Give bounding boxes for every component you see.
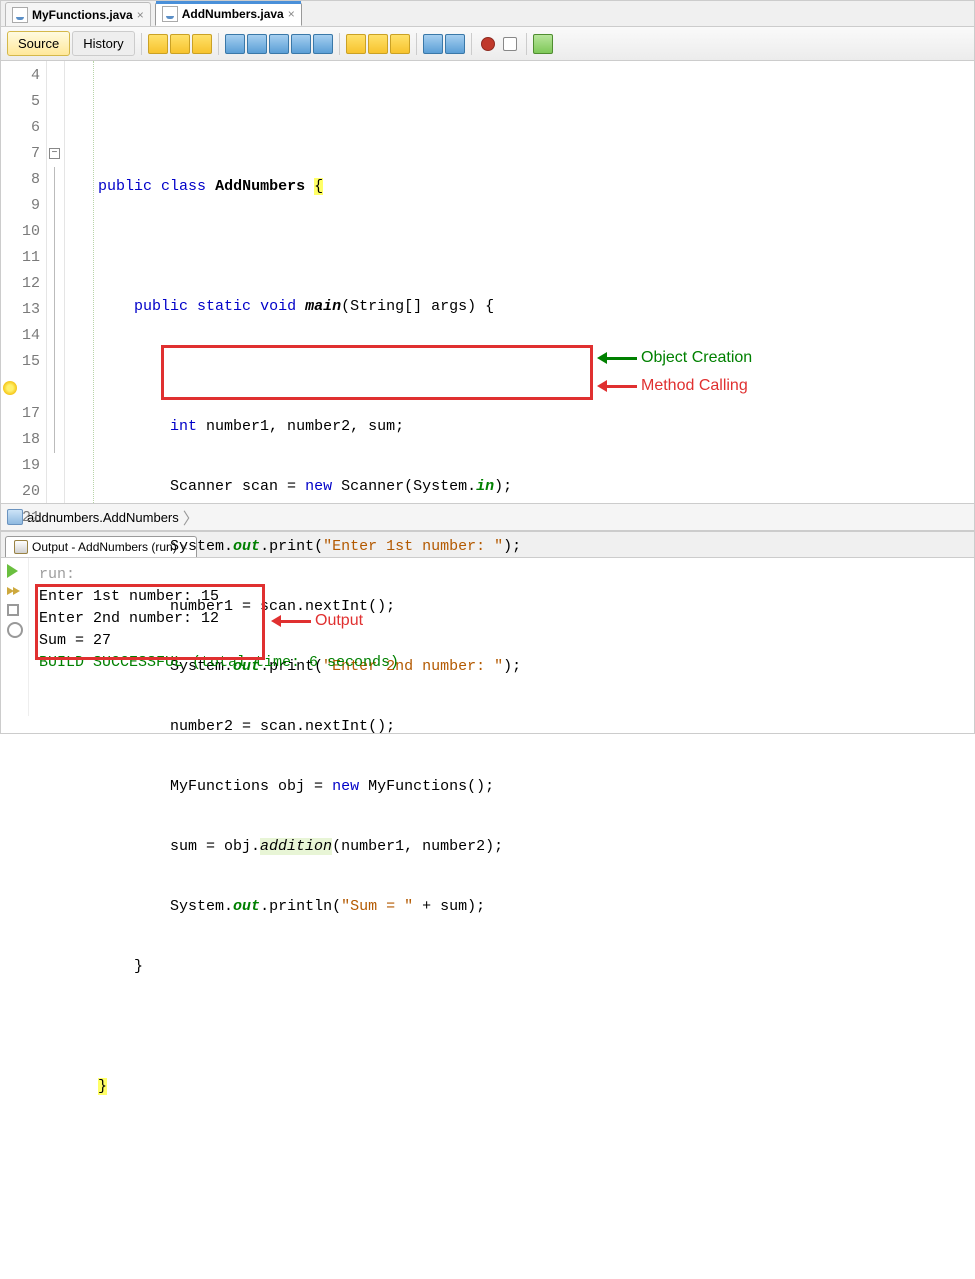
line-number: 6 [1, 115, 46, 141]
rerun-debug-icon[interactable] [7, 584, 23, 598]
output-actions [1, 558, 29, 716]
line-number: 7 [1, 141, 46, 167]
search-icon[interactable] [225, 34, 245, 54]
settings-icon[interactable] [7, 622, 23, 638]
nav-fwd-icon[interactable] [170, 34, 190, 54]
shift-left-icon[interactable] [346, 34, 366, 54]
line-number: 19 [1, 453, 46, 479]
line-number: 8 [1, 167, 46, 193]
code-editor[interactable]: 4 5 6 7 8 9 10 11 12 13 14 15 17 18 19 2… [1, 61, 974, 503]
line-gutter: 4 5 6 7 8 9 10 11 12 13 14 15 17 18 19 2… [1, 61, 47, 503]
fold-toggle-icon[interactable]: − [49, 148, 60, 159]
lightbulb-icon[interactable] [3, 381, 17, 395]
annotation-output: Output [281, 612, 363, 630]
output-body: run: Enter 1st number: 15 Enter 2nd numb… [1, 558, 974, 716]
line-number: 13 [1, 297, 46, 323]
java-file-icon [12, 7, 28, 23]
history-button[interactable]: History [72, 31, 134, 56]
line-number: 15 [1, 349, 46, 375]
shift-right-icon[interactable] [368, 34, 388, 54]
comment-icon[interactable] [423, 34, 443, 54]
separator [218, 33, 219, 55]
java-file-icon [162, 6, 178, 22]
line-number: 17 [1, 401, 46, 427]
separator [416, 33, 417, 55]
record-macro-icon[interactable] [481, 37, 495, 51]
output-icon [14, 540, 28, 554]
line-number: 18 [1, 427, 46, 453]
output-panel: Output - AddNumbers (run) × run: Enter 1… [1, 531, 974, 716]
close-icon[interactable]: × [288, 7, 295, 21]
fold-gutter: − [47, 61, 65, 503]
separator [141, 33, 142, 55]
tab-label: AddNumbers.java [182, 7, 284, 21]
line-number: 12 [1, 271, 46, 297]
uncomment-icon[interactable] [445, 34, 465, 54]
output-text[interactable]: run: Enter 1st number: 15 Enter 2nd numb… [29, 558, 409, 716]
next-icon[interactable] [269, 34, 289, 54]
annotation-method-calling: Method Calling [607, 377, 748, 395]
line-number: 11 [1, 245, 46, 271]
line-number: 5 [1, 89, 46, 115]
line-number: 10 [1, 219, 46, 245]
tab-label: MyFunctions.java [32, 8, 133, 22]
stop-icon[interactable] [7, 604, 19, 616]
separator [526, 33, 527, 55]
code-content[interactable]: public class AddNumbers { public static … [65, 61, 974, 503]
rerun-icon[interactable] [7, 564, 18, 578]
close-icon[interactable]: × [137, 8, 144, 22]
format-icon[interactable] [390, 34, 410, 54]
source-button[interactable]: Source [7, 31, 70, 56]
separator [471, 33, 472, 55]
annotation-object-creation: Object Creation [607, 349, 752, 367]
line-number: 20 [1, 479, 46, 505]
prev-icon[interactable] [247, 34, 267, 54]
separator [339, 33, 340, 55]
nav-dropdown-icon[interactable] [192, 34, 212, 54]
run-icon[interactable] [533, 34, 553, 54]
line-number: 14 [1, 323, 46, 349]
line-number: 9 [1, 193, 46, 219]
nav-back-icon[interactable] [148, 34, 168, 54]
file-tab-bar: MyFunctions.java × AddNumbers.java × [1, 1, 974, 27]
line-number: 4 [1, 63, 46, 89]
stop-macro-icon[interactable] [503, 37, 517, 51]
tab-addnumbers[interactable]: AddNumbers.java × [155, 2, 302, 26]
tab-myfunctions[interactable]: MyFunctions.java × [5, 2, 151, 26]
editor-toolbar: Source History [1, 27, 974, 61]
toggle-bm-icon[interactable] [313, 34, 333, 54]
line-number: 21 [1, 505, 46, 531]
toggle-hl-icon[interactable] [291, 34, 311, 54]
line-number [1, 375, 46, 401]
